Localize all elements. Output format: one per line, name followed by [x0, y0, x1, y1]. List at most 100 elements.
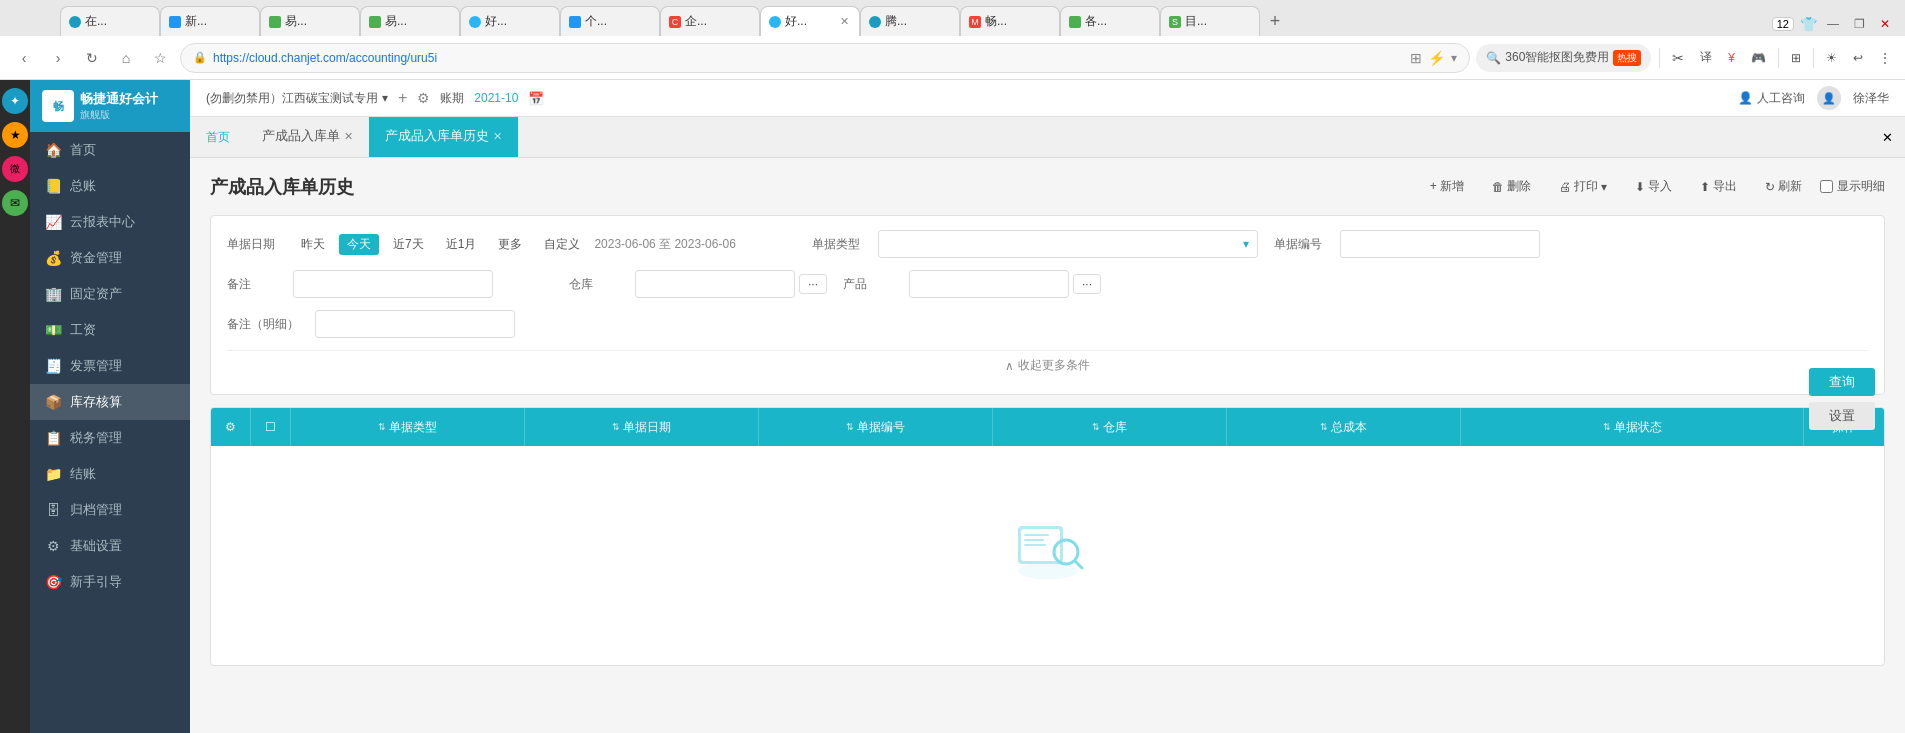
app-icon-home[interactable]: ✦ — [2, 88, 28, 114]
period-value[interactable]: 2021-10 — [474, 91, 518, 105]
show-fields-checkbox[interactable]: 显示明细 — [1820, 178, 1885, 195]
date-btn-today[interactable]: 今天 — [339, 234, 379, 255]
page-tab-history[interactable]: 产成品入库单历史 ✕ — [369, 117, 518, 157]
print-button[interactable]: 🖨 打印 ▾ — [1549, 174, 1617, 199]
nav-item-newbie[interactable]: 🎯 新手引导 — [30, 564, 190, 600]
app-icon-weibo[interactable]: 微 — [2, 156, 28, 182]
nav-item-reports[interactable]: 📈 云报表中心 — [30, 204, 190, 240]
page-tab-history-close[interactable]: ✕ — [493, 130, 502, 143]
setting-button[interactable]: 设置 — [1809, 402, 1875, 430]
nav-item-tax[interactable]: 📋 税务管理 — [30, 420, 190, 456]
nav-item-settings[interactable]: ⚙ 基础设置 — [30, 528, 190, 564]
browser-tab-3[interactable]: 易... — [360, 6, 460, 36]
app-icon-star[interactable]: ★ — [2, 122, 28, 148]
sun-tool[interactable]: ☀ — [1822, 49, 1841, 67]
th-gear[interactable]: ⚙ — [211, 408, 251, 446]
bookmark-button[interactable]: ☆ — [146, 44, 174, 72]
warehouse-input[interactable] — [635, 270, 795, 298]
service-button[interactable]: 👤 人工咨询 — [1738, 90, 1805, 107]
th-check[interactable]: ☐ — [251, 408, 291, 446]
calendar-icon[interactable]: 📅 — [528, 91, 544, 106]
doc-num-input[interactable] — [1340, 230, 1540, 258]
maximize-button[interactable]: ❐ — [1849, 14, 1869, 34]
nav-item-invoice[interactable]: 🧾 发票管理 — [30, 348, 190, 384]
collapse-button[interactable]: ∧ 收起更多条件 — [227, 350, 1868, 380]
browser-tab-4[interactable]: 好... — [460, 6, 560, 36]
browser-tab-2[interactable]: 易... — [260, 6, 360, 36]
more-tool[interactable]: ⋮ — [1875, 49, 1895, 67]
forward-button[interactable]: › — [44, 44, 72, 72]
nav-item-home[interactable]: 🏠 首页 — [30, 132, 190, 168]
query-button[interactable]: 查询 — [1809, 368, 1875, 396]
note-detail-input[interactable] — [315, 310, 515, 338]
nav-item-ledger[interactable]: 📒 总账 — [30, 168, 190, 204]
nav-item-salary[interactable]: 💵 工资 — [30, 312, 190, 348]
product-input[interactable] — [909, 270, 1069, 298]
show-fields-input[interactable] — [1820, 180, 1833, 193]
org-selector[interactable]: (勿删勿禁用）江西碳宝测试专用 ▾ — [206, 90, 388, 107]
minimize-button[interactable]: — — [1823, 14, 1843, 34]
refresh-nav-button[interactable]: ↻ — [78, 44, 106, 72]
browser-tab-0[interactable]: 在... — [60, 6, 160, 36]
browser-tab-6[interactable]: C 企... — [660, 6, 760, 36]
grid-tool[interactable]: ⊞ — [1787, 49, 1805, 67]
panel-close[interactable]: ✕ — [1882, 130, 1905, 145]
app-icon-mail[interactable]: ✉ — [2, 190, 28, 216]
dropdown-icon[interactable]: ▾ — [1451, 51, 1457, 65]
browser-tab-8[interactable]: 腾... — [860, 6, 960, 36]
th-total-cost[interactable]: ⇅ 总成本 — [1227, 408, 1461, 446]
th-doc-date[interactable]: ⇅ 单据日期 — [525, 408, 759, 446]
translate-tool[interactable]: 译 — [1696, 47, 1716, 68]
page-tab-list[interactable]: 产成品入库单 ✕ — [246, 117, 369, 157]
date-btn-yesterday[interactable]: 昨天 — [293, 234, 333, 255]
browser-tab-9[interactable]: M 畅... — [960, 6, 1060, 36]
delete-button[interactable]: 🗑 删除 — [1482, 174, 1541, 199]
nav-label-settings: 基础设置 — [70, 537, 122, 555]
export-label: 导出 — [1713, 178, 1737, 195]
add-org-button[interactable]: + — [398, 89, 407, 107]
scissors-tool[interactable]: ✂ — [1668, 48, 1688, 68]
export-button[interactable]: ⬆ 导出 — [1690, 174, 1747, 199]
doc-type-select[interactable]: ▾ — [878, 230, 1258, 258]
date-btn-1month[interactable]: 近1月 — [438, 234, 485, 255]
undo-tool[interactable]: ↩ — [1849, 49, 1867, 67]
nav-item-fixed-assets[interactable]: 🏢 固定资产 — [30, 276, 190, 312]
address-input[interactable]: 🔒 https://cloud.chanjet.com/accounting/u… — [180, 43, 1470, 73]
game-tool[interactable]: 🎮 — [1747, 49, 1770, 67]
th-warehouse[interactable]: ⇅ 仓库 — [993, 408, 1227, 446]
browser-frame: 在... 新... 易... 易... 好... 个... C 企... 好.. — [0, 0, 1905, 733]
breadcrumb-home[interactable]: 首页 — [206, 129, 230, 146]
th-doc-status[interactable]: ⇅ 单据状态 — [1461, 408, 1804, 446]
nav-header: 畅 畅捷通好会计 旗舰版 — [30, 80, 190, 132]
browser-search-box[interactable]: 🔍 360智能抠图免费用 热搜 — [1476, 44, 1651, 72]
settings-org-icon[interactable]: ⚙ — [417, 90, 430, 106]
browser-tab-5[interactable]: 个... — [560, 6, 660, 36]
browser-tab-7[interactable]: 好... ✕ — [760, 6, 860, 36]
back-button[interactable]: ‹ — [10, 44, 38, 72]
product-ellipsis[interactable]: ··· — [1073, 274, 1101, 294]
window-close-button[interactable]: ✕ — [1875, 14, 1895, 34]
note-input[interactable] — [293, 270, 493, 298]
date-btn-more[interactable]: 更多 — [490, 234, 530, 255]
browser-tab-11[interactable]: S 目... — [1160, 6, 1260, 36]
th-doc-type[interactable]: ⇅ 单据类型 — [291, 408, 525, 446]
browser-tab-1[interactable]: 新... — [160, 6, 260, 36]
tab-close-7[interactable]: ✕ — [838, 13, 851, 30]
nav-item-checkout[interactable]: 📁 结账 — [30, 456, 190, 492]
nav-item-funds[interactable]: 💰 资金管理 — [30, 240, 190, 276]
yuan-tool[interactable]: ¥ — [1724, 49, 1739, 67]
home-nav-button[interactable]: ⌂ — [112, 44, 140, 72]
warehouse-ellipsis[interactable]: ··· — [799, 274, 827, 294]
th-doc-num[interactable]: ⇅ 单据编号 — [759, 408, 993, 446]
nav-item-inventory[interactable]: 📦 库存核算 — [30, 384, 190, 420]
add-button[interactable]: + 新增 — [1420, 174, 1474, 199]
date-btn-7days[interactable]: 近7天 — [385, 234, 432, 255]
browser-tab-10[interactable]: 各... — [1060, 6, 1160, 36]
refresh-button[interactable]: ↻ 刷新 — [1755, 174, 1812, 199]
date-btn-custom[interactable]: 自定义 — [536, 234, 588, 255]
page-tab-list-close[interactable]: ✕ — [344, 130, 353, 143]
new-tab-button[interactable]: + — [1260, 6, 1290, 36]
nav-item-archive[interactable]: 🗄 归档管理 — [30, 492, 190, 528]
page-tabs-bar: 首页 产成品入库单 ✕ 产成品入库单历史 ✕ ✕ — [190, 117, 1905, 158]
import-button[interactable]: ⬇ 导入 — [1625, 174, 1682, 199]
